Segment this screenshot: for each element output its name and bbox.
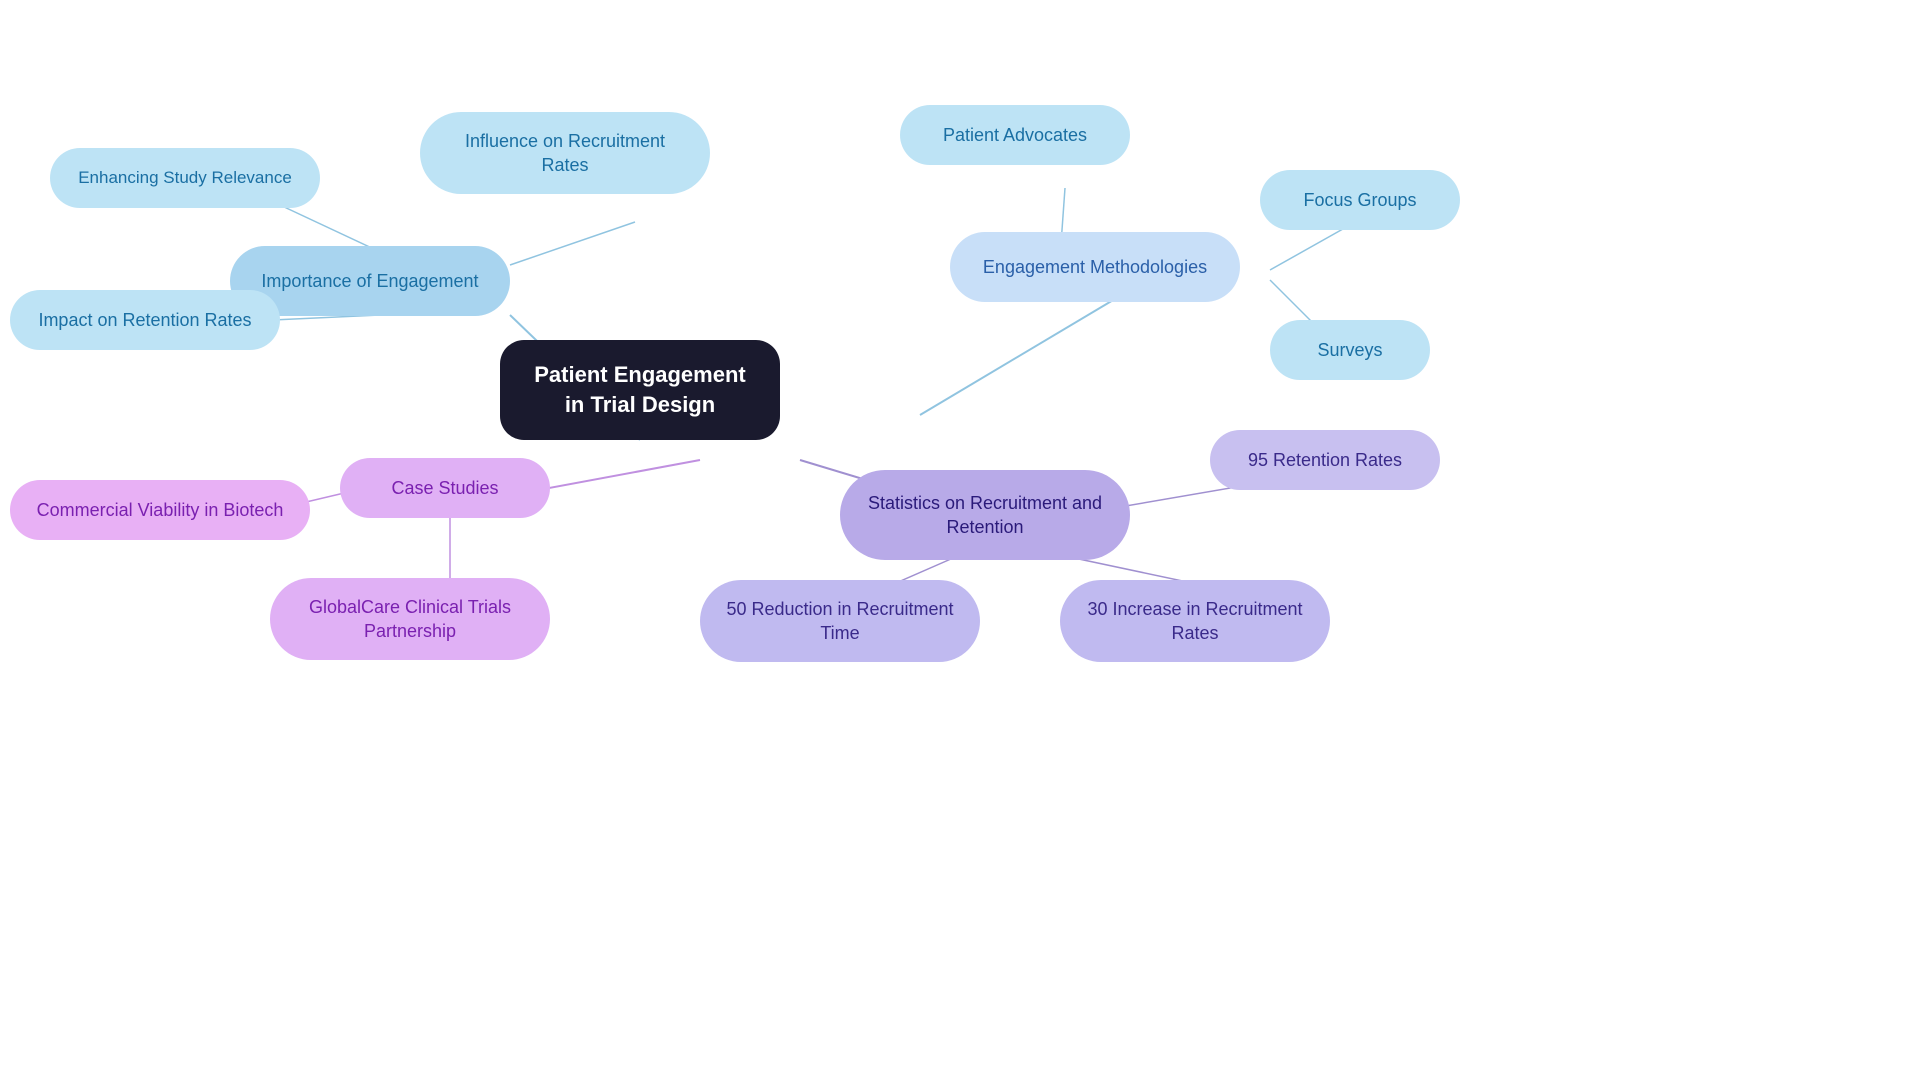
center-label: Patient Engagement in Trial Design <box>522 360 758 419</box>
commercial-viability-node[interactable]: Commercial Viability in Biotech <box>10 480 310 540</box>
commercial-viability-label: Commercial Viability in Biotech <box>37 498 284 522</box>
enhancing-study-label: Enhancing Study Relevance <box>78 167 292 190</box>
enhancing-study-node[interactable]: Enhancing Study Relevance <box>50 148 320 208</box>
focus-groups-node[interactable]: Focus Groups <box>1260 170 1460 230</box>
influence-recruitment-label: Influence on Recruitment Rates <box>442 129 688 178</box>
surveys-label: Surveys <box>1317 338 1382 362</box>
statistics-label: Statistics on Recruitment and Retention <box>862 491 1108 540</box>
increase-rates-label: 30 Increase in Recruitment Rates <box>1082 597 1308 646</box>
case-studies-label: Case Studies <box>391 476 498 500</box>
globalcare-node[interactable]: GlobalCare Clinical Trials Partnership <box>270 578 550 660</box>
center-node[interactable]: Patient Engagement in Trial Design <box>500 340 780 440</box>
globalcare-label: GlobalCare Clinical Trials Partnership <box>292 595 528 644</box>
reduction-time-label: 50 Reduction in Recruitment Time <box>722 597 958 646</box>
increase-rates-node[interactable]: 30 Increase in Recruitment Rates <box>1060 580 1330 662</box>
impact-retention-node[interactable]: Impact on Retention Rates <box>10 290 280 350</box>
engagement-methodologies-node[interactable]: Engagement Methodologies <box>950 232 1240 302</box>
surveys-node[interactable]: Surveys <box>1270 320 1430 380</box>
impact-retention-label: Impact on Retention Rates <box>38 308 251 332</box>
statistics-node[interactable]: Statistics on Recruitment and Retention <box>840 470 1130 560</box>
case-studies-node[interactable]: Case Studies <box>340 458 550 518</box>
importance-engagement-label: Importance of Engagement <box>261 269 478 293</box>
patient-advocates-label: Patient Advocates <box>943 123 1087 147</box>
retention-rates-label: 95 Retention Rates <box>1248 448 1402 472</box>
reduction-time-node[interactable]: 50 Reduction in Recruitment Time <box>700 580 980 662</box>
retention-rates-node[interactable]: 95 Retention Rates <box>1210 430 1440 490</box>
patient-advocates-node[interactable]: Patient Advocates <box>900 105 1130 165</box>
influence-recruitment-node[interactable]: Influence on Recruitment Rates <box>420 112 710 194</box>
focus-groups-label: Focus Groups <box>1303 188 1416 212</box>
engagement-methodologies-label: Engagement Methodologies <box>983 255 1207 279</box>
